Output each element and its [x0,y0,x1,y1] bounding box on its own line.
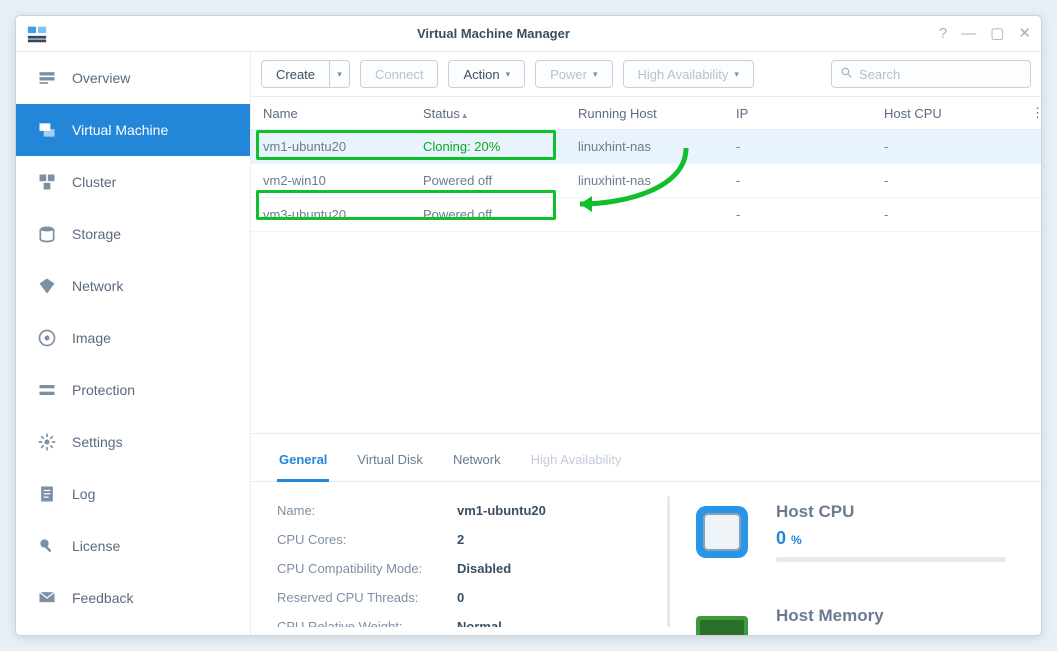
app-icon [26,23,48,45]
kv-key: CPU Compatibility Mode: [277,561,457,576]
metric-bar [776,557,1006,562]
col-more-icon[interactable]: ⋮ [1019,97,1041,130]
sidebar-item-network[interactable]: Network [16,260,250,312]
kv-value: 2 [457,532,464,547]
toolbar: Create ▾ Connect Action▾ Power▾ High Ava… [251,52,1041,96]
col-host[interactable]: Running Host [566,97,724,130]
search-input[interactable] [859,67,1035,82]
kv-key: CPU Cores: [277,532,457,547]
feedback-icon [36,587,58,609]
help-icon[interactable]: ? [939,26,947,41]
kv-value: Disabled [457,561,511,576]
log-icon [36,483,58,505]
sidebar-item-label: License [72,538,120,554]
create-dropdown-button[interactable]: ▾ [330,60,350,88]
sidebar-item-label: Log [72,486,95,502]
cluster-icon [36,171,58,193]
sidebar-item-settings[interactable]: Settings [16,416,250,468]
titlebar: Virtual Machine Manager ? — ▢ ✕ [16,16,1041,52]
sidebar-item-storage[interactable]: Storage [16,208,250,260]
detail-key-values: Name:vm1-ubuntu20CPU Cores:2CPU Compatib… [277,496,647,627]
metric-label: Host Memory [776,606,1031,626]
kv-value: Normal [457,619,502,627]
kv-value: vm1-ubuntu20 [457,503,546,518]
tab-virtual-disk[interactable]: Virtual Disk [355,440,425,481]
detail-tabs: General Virtual Disk Network High Availa… [251,440,1041,482]
image-icon [36,327,58,349]
kv-value: 0 [457,590,464,605]
tab-general[interactable]: General [277,440,329,481]
kv-key: Name: [277,503,457,518]
app-window: Virtual Machine Manager ? — ▢ ✕ Overview… [15,15,1042,636]
vm-table-wrap: Name Status Running Host IP Host CPU ⋮ v… [251,96,1041,232]
sidebar-item-protection[interactable]: Protection [16,364,250,416]
kv-row: Name:vm1-ubuntu20 [277,496,633,525]
kv-row: CPU Compatibility Mode:Disabled [277,554,633,583]
sidebar-item-log[interactable]: Log [16,468,250,520]
table-row[interactable]: vm1-ubuntu20Cloning: 20%linuxhint-nas-- [251,130,1041,164]
sidebar-item-image[interactable]: Image [16,312,250,364]
cpu-icon [690,500,754,564]
sidebar-item-label: Settings [72,434,123,450]
close-icon[interactable]: ✕ [1018,26,1031,41]
sidebar-item-license[interactable]: License [16,520,250,572]
create-button-group: Create ▾ [261,60,350,88]
sidebar-item-overview[interactable]: Overview [16,52,250,104]
metric-value: 0 B / 32 GB [776,632,1031,636]
kv-row: CPU Relative Weight:Normal [277,612,633,627]
tab-network[interactable]: Network [451,440,503,481]
maximize-icon[interactable]: ▢ [990,26,1004,41]
table-row[interactable]: vm2-win10Powered offlinuxhint-nas-- [251,164,1041,198]
license-icon [36,535,58,557]
metric-value: 0 % [776,528,1031,549]
sidebar-item-virtual-machine[interactable]: Virtual Machine [16,104,250,156]
table-row[interactable]: vm3-ubuntu20Powered off-- [251,198,1041,232]
sidebar-item-cluster[interactable]: Cluster [16,156,250,208]
window-title: Virtual Machine Manager [48,26,939,41]
tab-high-availability[interactable]: High Availability [529,440,624,481]
col-cpu[interactable]: Host CPU [872,97,1019,130]
metric-host-cpu: Host CPU 0 % [690,500,1031,564]
minimize-icon[interactable]: — [961,26,976,41]
sidebar-item-label: Overview [72,70,130,86]
sidebar-item-label: Virtual Machine [72,122,168,138]
search-icon [840,66,853,82]
network-icon [36,275,58,297]
settings-icon [36,431,58,453]
kv-key: Reserved CPU Threads: [277,590,457,605]
metric-host-memory: Host Memory 0 B / 32 GB [690,604,1031,636]
col-ip[interactable]: IP [724,97,872,130]
detail-divider[interactable] [667,496,670,627]
sidebar-item-label: Storage [72,226,121,242]
sidebar-item-label: Image [72,330,111,346]
sidebar: Overview Virtual Machine Cluster Storage… [16,52,251,635]
col-status[interactable]: Status [411,97,566,130]
main: Create ▾ Connect Action▾ Power▾ High Ava… [251,52,1041,635]
detail-metrics: Host CPU 0 % Host Memory [690,496,1031,627]
storage-icon [36,223,58,245]
search-box[interactable] [831,60,1031,88]
action-button[interactable]: Action▾ [448,60,525,88]
sidebar-item-label: Feedback [72,590,133,606]
sidebar-item-feedback[interactable]: Feedback [16,572,250,624]
vm-icon [36,119,58,141]
detail-pane: General Virtual Disk Network High Availa… [251,433,1041,635]
ha-button[interactable]: High Availability▾ [623,60,754,88]
memory-icon [690,604,754,636]
vm-table: Name Status Running Host IP Host CPU ⋮ v… [251,96,1041,232]
kv-row: CPU Cores:2 [277,525,633,554]
kv-row: Reserved CPU Threads:0 [277,583,633,612]
sidebar-item-label: Cluster [72,174,116,190]
create-button[interactable]: Create [261,60,330,88]
power-button[interactable]: Power▾ [535,60,612,88]
col-name[interactable]: Name [251,97,411,130]
protection-icon [36,379,58,401]
metric-label: Host CPU [776,502,1031,522]
sidebar-item-label: Network [72,278,123,294]
kv-key: CPU Relative Weight: [277,619,457,627]
sidebar-item-label: Protection [72,382,135,398]
connect-button[interactable]: Connect [360,60,438,88]
overview-icon [36,67,58,89]
